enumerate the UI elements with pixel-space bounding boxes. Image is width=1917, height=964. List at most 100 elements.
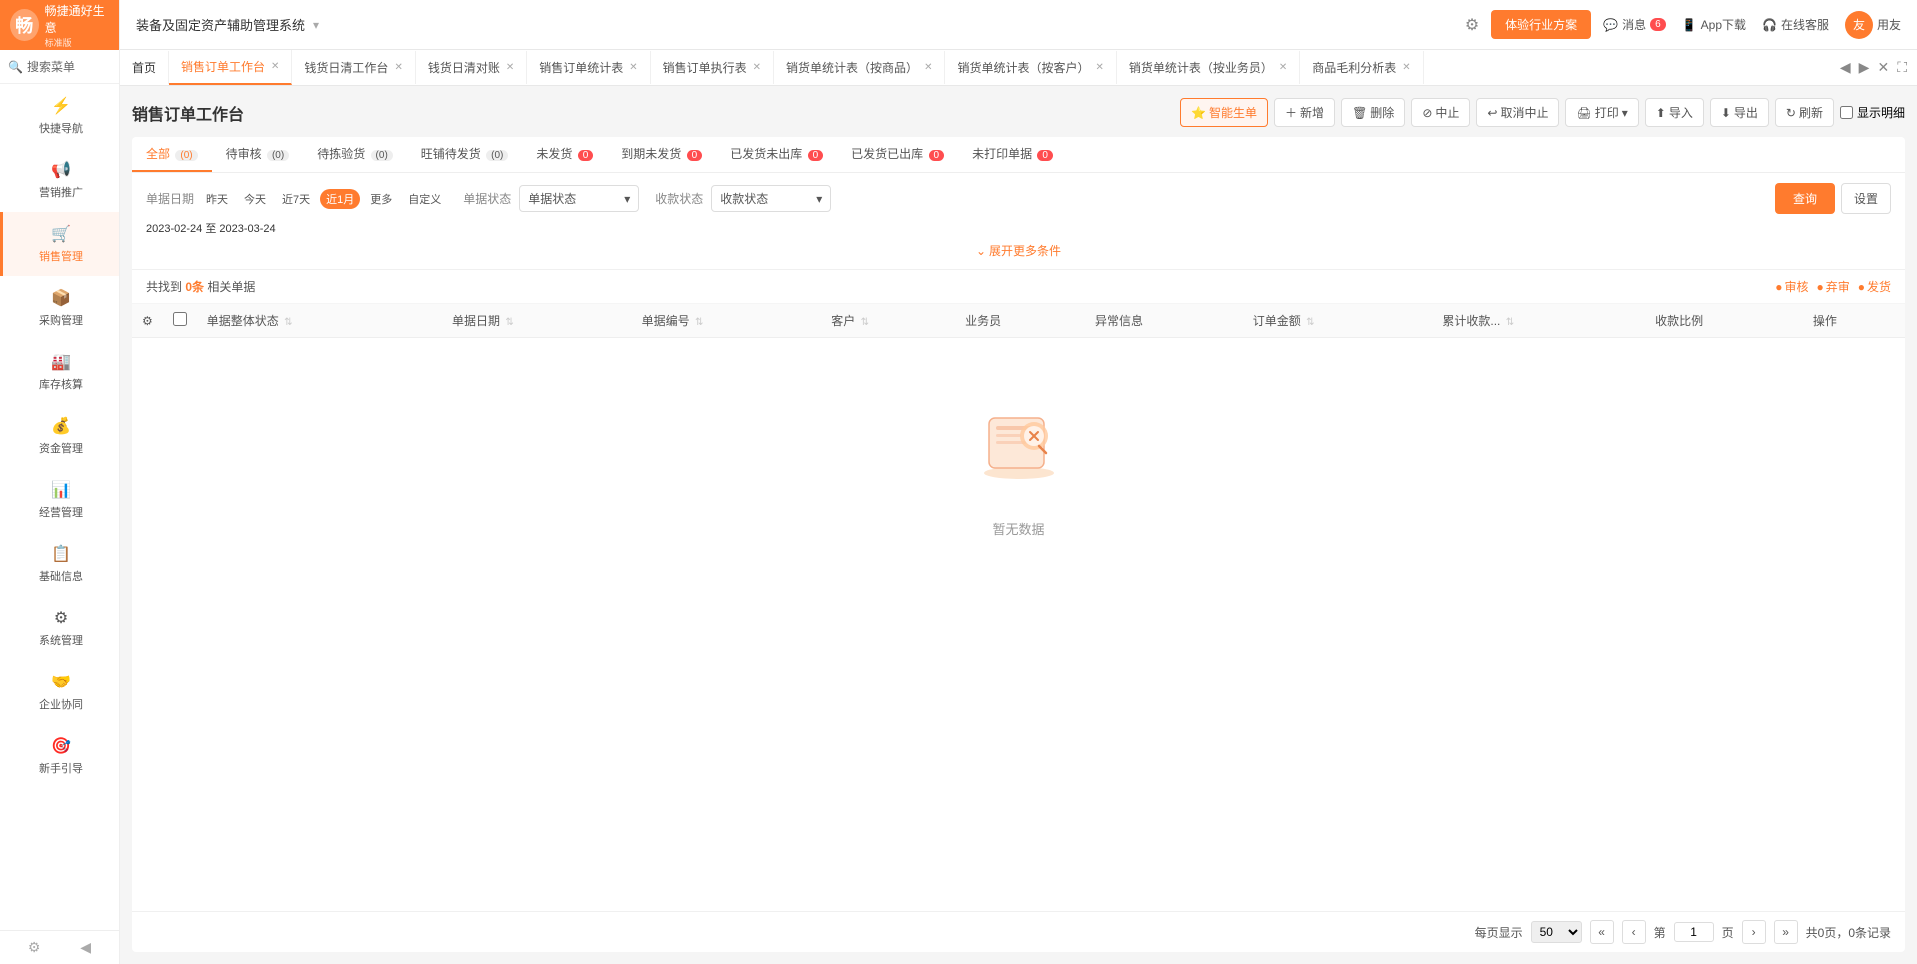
sidebar-search[interactable]: 🔍 搜索菜单 <box>0 50 119 84</box>
tab-home[interactable]: 首页 <box>120 51 169 84</box>
date-btn-today[interactable]: 今天 <box>238 189 272 209</box>
query-button[interactable]: 查询 <box>1775 183 1835 214</box>
date-btn-more[interactable]: 更多 <box>364 189 398 209</box>
payment-select[interactable]: 收款状态 ▾ <box>711 185 831 212</box>
th-settings[interactable]: ⚙ <box>132 304 163 338</box>
select-all-checkbox[interactable] <box>173 312 187 326</box>
tab-cash-daily[interactable]: 钱货日清工作台 ✕ <box>292 51 415 84</box>
sidebar-item-finance[interactable]: 💰 资金管理 <box>0 404 119 468</box>
th-ratio: 收款比例 <box>1645 304 1803 338</box>
tab-sales-order-exec-close[interactable]: ✕ <box>753 62 761 73</box>
page-prev-button[interactable]: ‹ <box>1622 920 1646 944</box>
filter-tab-expired[interactable]: 到期未发货 0 <box>607 137 716 172</box>
tab-cash-reconcile-close[interactable]: ✕ <box>506 62 514 73</box>
filter-tab-shipped-not-out[interactable]: 已发货未出库 0 <box>716 137 837 172</box>
table-settings-gear-icon[interactable]: ⚙ <box>142 314 153 328</box>
sidebar-item-marketing[interactable]: 📢 营销推广 <box>0 148 119 212</box>
table-scroll[interactable]: ⚙ 单据整体状态 ⇅ 单据日期 ⇅ <box>132 304 1905 911</box>
refresh-icon: ↻ <box>1786 106 1796 120</box>
tab-close-all-icon[interactable]: ✕ <box>1875 57 1891 78</box>
sidebar-item-quicknav[interactable]: ⚡ 快捷导航 <box>0 84 119 148</box>
tab-product-margin[interactable]: 商品毛利分析表 ✕ <box>1300 51 1423 84</box>
tab-sales-order-exec[interactable]: 销售订单执行表 ✕ <box>651 51 774 84</box>
tab-cash-daily-close[interactable]: ✕ <box>394 62 402 73</box>
solution-button[interactable]: 体验行业方案 <box>1491 10 1591 39</box>
page-size-select[interactable]: 10 20 50 100 <box>1531 921 1582 943</box>
sort-icon-date[interactable]: ⇅ <box>505 317 513 328</box>
page-first-button[interactable]: « <box>1590 920 1614 944</box>
sort-icon-status[interactable]: ⇅ <box>284 317 292 328</box>
sort-icon-customer[interactable]: ⇅ <box>861 317 869 328</box>
message-button[interactable]: 💬 消息 6 <box>1603 16 1666 33</box>
table-header-row: ⚙ 单据整体状态 ⇅ 单据日期 ⇅ <box>132 304 1905 338</box>
date-btn-custom[interactable]: 自定义 <box>402 189 447 209</box>
collapse-icon[interactable]: ◀ <box>80 939 91 956</box>
add-button[interactable]: ＋ 新增 <box>1274 98 1335 127</box>
tab-sales-stats-staff[interactable]: 销货单统计表（按业务员） ✕ <box>1117 51 1300 84</box>
tab-sales-order-stats[interactable]: 销售订单统计表 ✕ <box>527 51 650 84</box>
date-btn-1month[interactable]: 近1月 <box>320 189 360 209</box>
date-btn-yesterday[interactable]: 昨天 <box>200 189 234 209</box>
sidebar-item-basicinfo[interactable]: 📋 基础信息 <box>0 532 119 596</box>
sidebar-item-guide[interactable]: 🎯 新手引导 <box>0 724 119 788</box>
page-next-button[interactable]: › <box>1742 920 1766 944</box>
set-button[interactable]: 设置 <box>1841 183 1891 214</box>
cancel-stop-button[interactable]: ↩ 取消中止 <box>1476 98 1559 127</box>
online-service-button[interactable]: 🎧 在线客服 <box>1762 16 1829 33</box>
tab-sales-order-workspace[interactable]: 销售订单工作台 ✕ <box>169 50 292 85</box>
tab-product-margin-close[interactable]: ✕ <box>1402 62 1410 73</box>
status-filter: 单据状态 单据状态 ▾ <box>463 185 639 212</box>
filter-tab-unshipped[interactable]: 未发货 0 <box>522 137 607 172</box>
tab-sales-stats-product[interactable]: 销货单统计表（按商品） ✕ <box>774 51 945 84</box>
user-menu[interactable]: 友 用友 <box>1845 11 1901 39</box>
tab-sales-order-stats-close[interactable]: ✕ <box>629 62 637 73</box>
show-detail-checkbox[interactable] <box>1840 106 1853 119</box>
app-download-button[interactable]: 📱 App下载 <box>1682 16 1746 33</box>
ship-button[interactable]: ● 发货 <box>1858 278 1891 295</box>
print-button[interactable]: 🖨 打印 ▾ <box>1565 98 1638 127</box>
date-btn-7days[interactable]: 近7天 <box>276 189 316 209</box>
page-input[interactable] <box>1674 922 1714 942</box>
sort-icon-collected[interactable]: ⇅ <box>1506 317 1514 328</box>
filter-tab-pending-inspect[interactable]: 待拣验货 (0) <box>303 137 407 172</box>
settings-icon[interactable]: ⚙ <box>28 939 41 956</box>
review-button[interactable]: ● 审核 <box>1775 278 1808 295</box>
sidebar-item-sales[interactable]: 🛒 销售管理 <box>0 212 119 276</box>
expand-button[interactable]: ⌄ 展开更多条件 <box>976 242 1061 259</box>
smart-create-button[interactable]: ⭐ 智能生单 <box>1180 98 1268 127</box>
sort-icon-number[interactable]: ⇅ <box>695 317 703 328</box>
filter-tab-pending-review[interactable]: 待审核 (0) <box>212 137 304 172</box>
cancel-review-button[interactable]: ● 弃审 <box>1816 278 1849 295</box>
tab-sales-stats-staff-close[interactable]: ✕ <box>1279 62 1287 73</box>
sidebar-item-system[interactable]: ⚙ 系统管理 <box>0 596 119 660</box>
tab-sales-stats-customer[interactable]: 销货单统计表（按客户） ✕ <box>945 51 1116 84</box>
filter-tab-unprinted[interactable]: 未打印单据 0 <box>958 137 1067 172</box>
tab-nav-prev-icon[interactable]: ◀ <box>1838 57 1853 78</box>
show-detail-checkbox-label[interactable]: 显示明细 <box>1840 98 1905 127</box>
th-checkbox[interactable] <box>163 304 197 338</box>
tab-sales-stats-product-close[interactable]: ✕ <box>924 62 932 73</box>
tab-expand-icon[interactable]: ⛶ <box>1895 57 1909 78</box>
tab-nav-next-icon[interactable]: ▶ <box>1857 57 1872 78</box>
filter-tab-shipped-out[interactable]: 已发货已出库 0 <box>837 137 958 172</box>
empty-state: 暂无数据 <box>132 338 1905 598</box>
delete-button[interactable]: 🗑 删除 <box>1341 98 1405 127</box>
filter-tab-all[interactable]: 全部 (0) <box>132 137 212 172</box>
import-button[interactable]: ⬆ 导入 <box>1645 98 1704 127</box>
export-button[interactable]: ⬇ 导出 <box>1710 98 1769 127</box>
sidebar-item-operations[interactable]: 📊 经营管理 <box>0 468 119 532</box>
sidebar-item-purchase[interactable]: 📦 采购管理 <box>0 276 119 340</box>
topbar-settings-icon[interactable]: ⚙ <box>1465 15 1479 35</box>
tab-cash-reconcile[interactable]: 钱货日清对账 ✕ <box>416 51 527 84</box>
sidebar-item-inventory[interactable]: 🏭 库存核算 <box>0 340 119 404</box>
tab-sales-order-workspace-close[interactable]: ✕ <box>271 61 279 72</box>
filter-tab-wangpu[interactable]: 旺铺待发货 (0) <box>407 137 523 172</box>
page-last-button[interactable]: » <box>1774 920 1798 944</box>
tab-sales-stats-customer-close[interactable]: ✕ <box>1095 62 1103 73</box>
page-title: 销售订单工作台 <box>132 101 244 125</box>
refresh-button[interactable]: ↻ 刷新 <box>1775 98 1834 127</box>
status-select[interactable]: 单据状态 ▾ <box>519 185 639 212</box>
sidebar-item-enterprise[interactable]: 🤝 企业协同 <box>0 660 119 724</box>
stop-button[interactable]: ⊘ 中止 <box>1411 98 1470 127</box>
sort-icon-amount[interactable]: ⇅ <box>1306 317 1314 328</box>
